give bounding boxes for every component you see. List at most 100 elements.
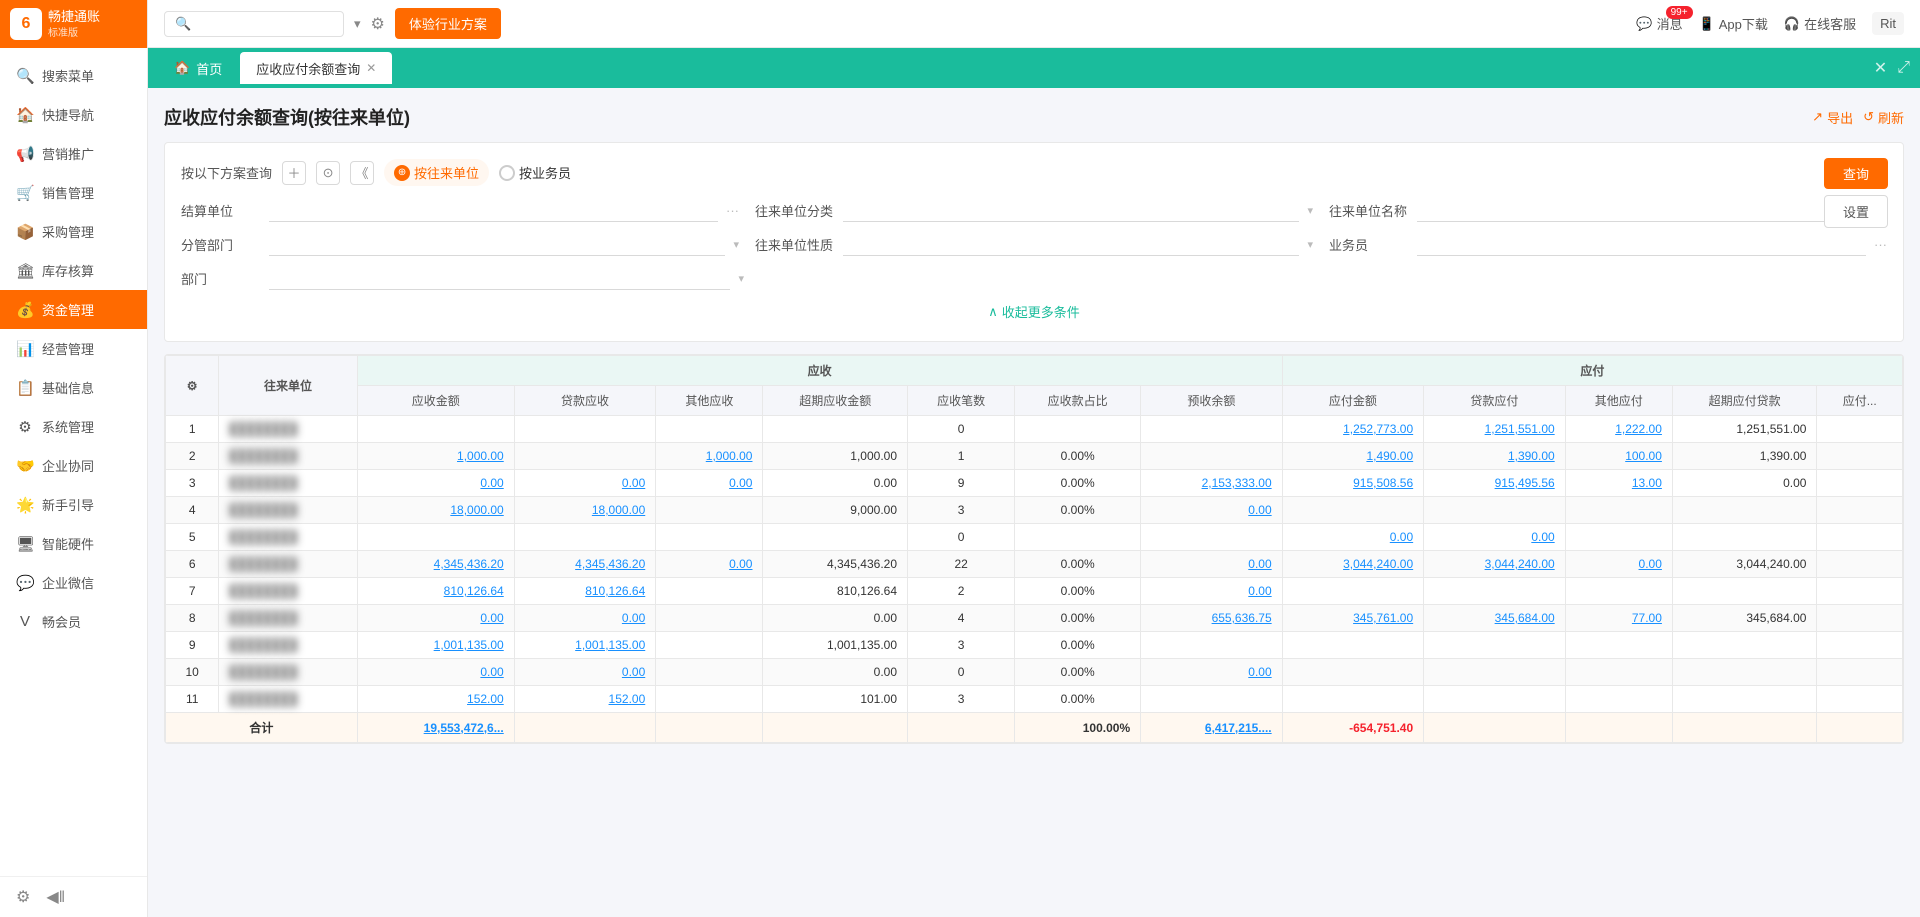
- table-cell[interactable]: [1424, 497, 1566, 524]
- table-cell[interactable]: [514, 416, 656, 443]
- table-cell[interactable]: 1,222.00: [1565, 416, 1672, 443]
- table-cell[interactable]: [656, 605, 763, 632]
- unit-name-input[interactable]: [1417, 198, 1887, 222]
- table-cell[interactable]: 4,345,436.20: [357, 551, 514, 578]
- dept-manager-chevron[interactable]: ▾: [733, 238, 739, 251]
- table-cell[interactable]: [656, 524, 763, 551]
- table-cell[interactable]: [1565, 659, 1672, 686]
- footer-ar-prepaid[interactable]: 6,417,215....: [1141, 713, 1283, 743]
- table-cell[interactable]: 915,495.56: [1424, 470, 1566, 497]
- table-cell[interactable]: 1,000.00: [656, 443, 763, 470]
- sidebar-item-basic-info[interactable]: 📋基础信息: [0, 368, 147, 407]
- filter-settings-btn[interactable]: ⊙: [316, 161, 340, 185]
- dept-input[interactable]: [269, 266, 730, 290]
- table-cell[interactable]: 3,044,240.00: [1282, 551, 1424, 578]
- table-cell[interactable]: [357, 524, 514, 551]
- settlement-unit-dots[interactable]: ···: [726, 203, 739, 218]
- settings-button[interactable]: 设置: [1824, 195, 1888, 228]
- settlement-unit-input[interactable]: [269, 198, 718, 222]
- sidebar-item-inventory[interactable]: 🏛库存核算: [0, 251, 147, 290]
- dept-chevron[interactable]: ▾: [738, 272, 744, 285]
- table-cell[interactable]: [514, 443, 656, 470]
- table-cell[interactable]: [656, 578, 763, 605]
- table-cell[interactable]: 0.00: [656, 551, 763, 578]
- footer-ar-amount[interactable]: 19,553,472,6...: [357, 713, 514, 743]
- table-cell[interactable]: 0.00: [1424, 524, 1566, 551]
- unit-category-input[interactable]: [843, 198, 1299, 222]
- table-cell[interactable]: [656, 632, 763, 659]
- salesperson-input[interactable]: [1417, 232, 1866, 256]
- table-cell[interactable]: 77.00: [1565, 605, 1672, 632]
- table-cell[interactable]: [1424, 632, 1566, 659]
- table-cell[interactable]: 0.00: [514, 470, 656, 497]
- table-cell[interactable]: 0.00: [1141, 551, 1283, 578]
- table-cell[interactable]: 0.00: [357, 605, 514, 632]
- table-cell[interactable]: 810,126.64: [357, 578, 514, 605]
- table-cell[interactable]: 152.00: [357, 686, 514, 713]
- table-cell[interactable]: 13.00: [1565, 470, 1672, 497]
- table-cell[interactable]: [1141, 416, 1283, 443]
- sidebar-item-wechat[interactable]: 💬企业微信: [0, 563, 147, 602]
- message-button[interactable]: 💬 消息 99+: [1636, 14, 1682, 33]
- table-cell[interactable]: [1282, 578, 1424, 605]
- table-cell[interactable]: 1,390.00: [1424, 443, 1566, 470]
- table-cell[interactable]: 1,001,135.00: [514, 632, 656, 659]
- table-cell[interactable]: 1,001,135.00: [357, 632, 514, 659]
- online-service-button[interactable]: 🎧 在线客服: [1784, 14, 1856, 33]
- sidebar-item-capital[interactable]: 💰资金管理: [0, 290, 147, 329]
- table-cell[interactable]: 0.00: [1282, 524, 1424, 551]
- table-cell[interactable]: [656, 659, 763, 686]
- app-download-button[interactable]: 📱 App下载: [1699, 14, 1768, 33]
- col-settings-header[interactable]: ⚙: [166, 356, 219, 416]
- table-cell[interactable]: 915,508.56: [1282, 470, 1424, 497]
- table-cell[interactable]: [1424, 659, 1566, 686]
- sidebar-item-marketing[interactable]: 📢营销推广: [0, 134, 147, 173]
- table-cell[interactable]: 1,251,551.00: [1424, 416, 1566, 443]
- query-button[interactable]: 查询: [1824, 158, 1888, 189]
- tab-close-icon[interactable]: ✕: [366, 61, 376, 75]
- table-cell[interactable]: [1424, 578, 1566, 605]
- scheme-by-staff[interactable]: 按业务员: [489, 159, 581, 186]
- sidebar-item-member[interactable]: V畅会员: [0, 602, 147, 641]
- table-cell[interactable]: [1282, 686, 1424, 713]
- refresh-button[interactable]: ↺ 刷新: [1863, 108, 1904, 127]
- table-cell[interactable]: [656, 497, 763, 524]
- table-cell[interactable]: 1,490.00: [1282, 443, 1424, 470]
- user-avatar[interactable]: Rit: [1872, 12, 1904, 35]
- table-cell[interactable]: 0.00: [656, 470, 763, 497]
- tab-fullscreen-icon[interactable]: ⤢: [1897, 59, 1910, 77]
- collapse-more-btn[interactable]: ∧ 收起更多条件: [181, 298, 1887, 325]
- unit-category-chevron[interactable]: ▾: [1307, 204, 1313, 217]
- table-cell[interactable]: 345,761.00: [1282, 605, 1424, 632]
- table-cell[interactable]: 1,252,773.00: [1282, 416, 1424, 443]
- dept-manager-input[interactable]: [269, 232, 725, 256]
- table-cell[interactable]: 655,636.75: [1141, 605, 1283, 632]
- scheme-by-unit[interactable]: ⊕ 按往来单位: [384, 159, 489, 186]
- table-cell[interactable]: [1424, 686, 1566, 713]
- unit-nature-chevron[interactable]: ▾: [1307, 238, 1313, 251]
- sidebar-item-operations[interactable]: 📊经营管理: [0, 329, 147, 368]
- sidebar-item-enterprise[interactable]: 🤝企业协同: [0, 446, 147, 485]
- sidebar-item-search-menu[interactable]: 🔍搜索菜单: [0, 56, 147, 95]
- header-gear-icon[interactable]: ⚙: [371, 14, 385, 34]
- table-cell[interactable]: [1282, 659, 1424, 686]
- table-cell[interactable]: 0.00: [514, 659, 656, 686]
- filter-collapse-left-btn[interactable]: 《: [350, 161, 374, 185]
- table-cell[interactable]: 345,684.00: [1424, 605, 1566, 632]
- table-cell[interactable]: 0.00: [1141, 497, 1283, 524]
- tab-home[interactable]: 🏠 首页: [158, 52, 238, 84]
- table-cell[interactable]: [656, 686, 763, 713]
- table-cell[interactable]: [357, 416, 514, 443]
- table-cell[interactable]: 0.00: [1141, 578, 1283, 605]
- table-cell[interactable]: [656, 416, 763, 443]
- table-cell[interactable]: [1565, 686, 1672, 713]
- table-cell[interactable]: 18,000.00: [514, 497, 656, 524]
- filter-add-btn[interactable]: ＋: [282, 161, 306, 185]
- table-cell[interactable]: [1141, 443, 1283, 470]
- table-cell[interactable]: 3,044,240.00: [1424, 551, 1566, 578]
- sidebar-settings-btn[interactable]: ⚙: [16, 887, 30, 907]
- unit-nature-input[interactable]: [843, 232, 1299, 256]
- table-cell[interactable]: [1565, 578, 1672, 605]
- table-cell[interactable]: [1141, 632, 1283, 659]
- table-cell[interactable]: [1565, 497, 1672, 524]
